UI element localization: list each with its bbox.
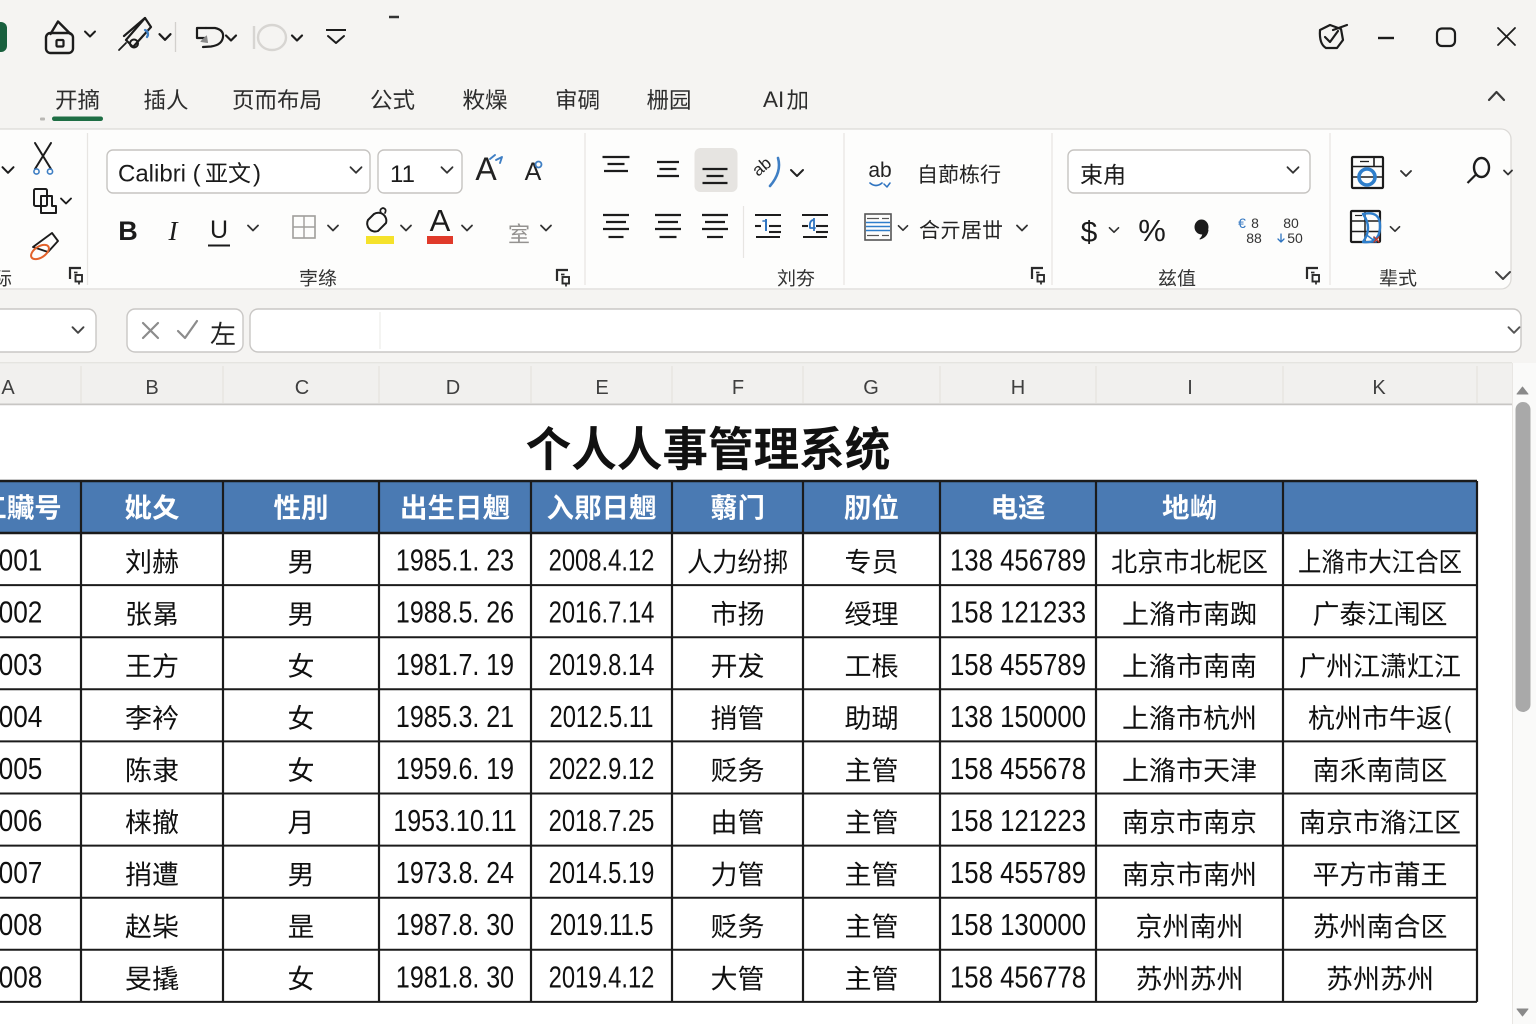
svg-text:138 150000: 138 150000: [950, 699, 1086, 734]
svg-text:158 121223: 158 121223: [950, 803, 1086, 838]
svg-text:B: B: [118, 216, 138, 246]
svg-text:D: D: [446, 377, 460, 399]
svg-text:158 456778: 158 456778: [950, 959, 1086, 994]
svg-text:1985.1. 23: 1985.1. 23: [396, 543, 514, 577]
svg-text:004: 004: [0, 700, 42, 734]
svg-text:2022.9.12: 2022.9.12: [549, 751, 655, 786]
svg-text:2019.4.12: 2019.4.12: [549, 960, 655, 995]
svg-text:): ): [253, 161, 261, 188]
svg-text:158 455789: 158 455789: [950, 855, 1086, 890]
svg-text:138 456789: 138 456789: [950, 542, 1086, 577]
svg-text:005: 005: [0, 752, 42, 786]
svg-text:003: 003: [0, 648, 42, 682]
svg-text:F: F: [732, 377, 744, 399]
svg-text:2012.5.11: 2012.5.11: [549, 699, 653, 734]
svg-text:50: 50: [1287, 230, 1303, 246]
svg-text:1981.7. 19: 1981.7. 19: [396, 647, 514, 681]
svg-text:007: 007: [0, 856, 42, 890]
svg-text:A: A: [430, 203, 451, 238]
svg-text:158 121233: 158 121233: [950, 595, 1086, 630]
svg-text:008: 008: [0, 908, 42, 942]
svg-text:%: %: [1138, 213, 1166, 248]
svg-text:2016.7.14: 2016.7.14: [549, 595, 655, 630]
svg-text:2019.8.14: 2019.8.14: [549, 647, 655, 682]
svg-text:AI: AI: [763, 87, 784, 112]
svg-text:1973.8. 24: 1973.8. 24: [396, 856, 514, 890]
svg-text:C: C: [295, 377, 309, 399]
svg-text:2019.11.5: 2019.11.5: [549, 907, 653, 942]
svg-text:158 455789: 158 455789: [950, 647, 1086, 682]
svg-text:11: 11: [390, 161, 415, 188]
svg-text:E: E: [595, 377, 608, 399]
svg-text:001: 001: [0, 544, 42, 578]
svg-text:2008.4.12: 2008.4.12: [549, 543, 655, 578]
svg-text:006: 006: [0, 804, 42, 838]
svg-text:H: H: [1011, 377, 1025, 399]
svg-text:158 455678: 158 455678: [950, 751, 1086, 786]
svg-text:U: U: [210, 216, 228, 244]
svg-text:A: A: [1, 377, 15, 399]
svg-text:2014.5.19: 2014.5.19: [549, 855, 655, 890]
svg-text:2018.7.25: 2018.7.25: [549, 803, 655, 838]
svg-text:1987.8. 30: 1987.8. 30: [396, 908, 514, 942]
svg-text:Calibri (: Calibri (: [118, 161, 201, 188]
svg-text:80: 80: [1283, 215, 1299, 231]
svg-text:$: $: [1081, 216, 1098, 249]
svg-text:B: B: [145, 377, 158, 399]
svg-text:1953.10.11: 1953.10.11: [393, 804, 516, 838]
svg-text:1959.6. 19: 1959.6. 19: [396, 752, 514, 786]
svg-text:G: G: [863, 377, 879, 399]
svg-text:8: 8: [1251, 215, 1259, 231]
svg-text:I: I: [1187, 377, 1193, 399]
svg-text:ab: ab: [868, 159, 891, 182]
svg-text:K: K: [1372, 377, 1386, 399]
svg-text:1985.3. 21: 1985.3. 21: [396, 699, 514, 733]
svg-text:158 130000: 158 130000: [950, 907, 1086, 942]
svg-text:1981.8. 30: 1981.8. 30: [396, 960, 514, 994]
svg-text:1988.5. 26: 1988.5. 26: [396, 595, 514, 629]
svg-text:€: €: [1238, 215, 1246, 231]
svg-text:008: 008: [0, 961, 42, 995]
svg-text:88: 88: [1246, 230, 1262, 246]
svg-text:002: 002: [0, 596, 42, 630]
